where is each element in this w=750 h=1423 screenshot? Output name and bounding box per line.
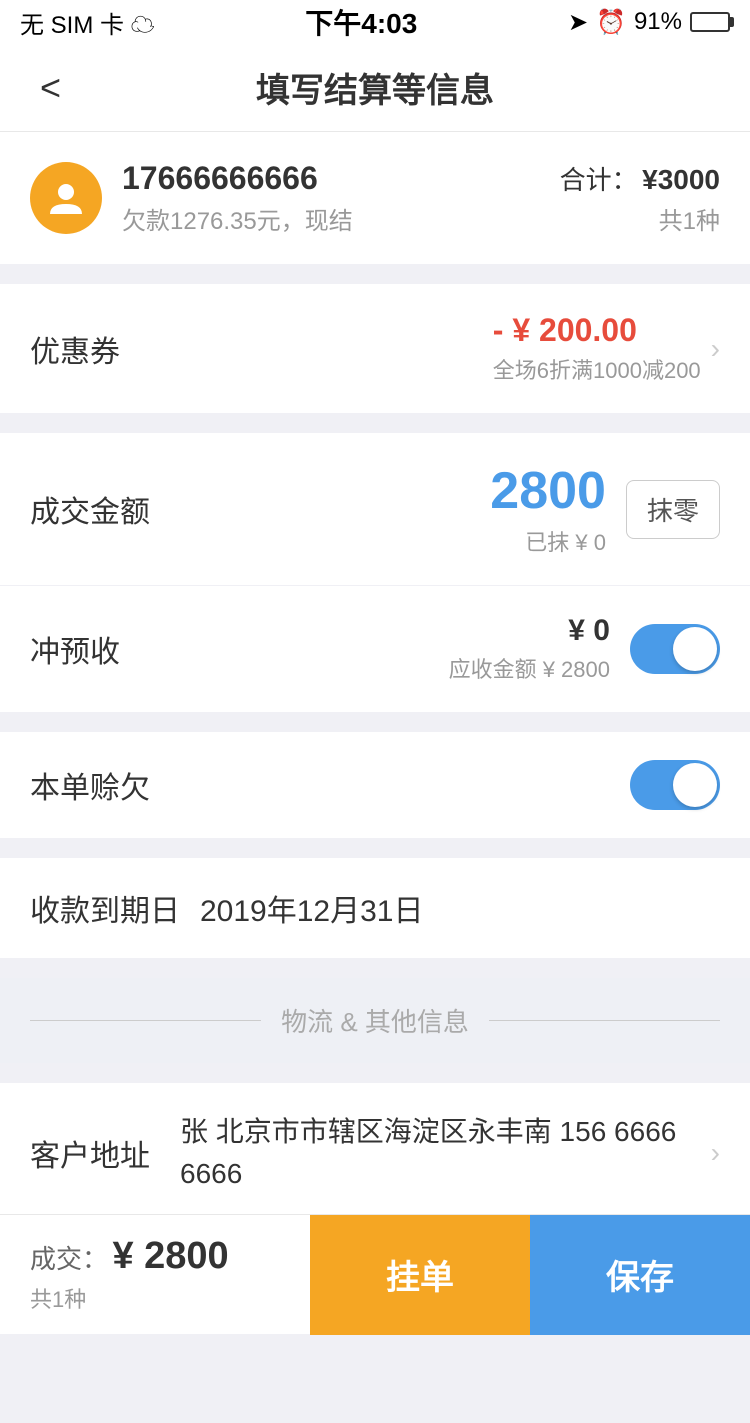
amount-section: 成交金额 2800 已抹 ¥ 0 抹零 冲预收 ¥ 0 应收金额 ¥ 2800 [0,433,750,712]
nav-bar: < 填写结算等信息 [0,44,750,132]
total-count: 共1种 [560,201,720,236]
coupon-info: - ¥ 200.00 全场6折满1000减200 [493,312,701,385]
chevron-right-icon: › [711,333,720,365]
charge-value-block: ¥ 0 应收金额 ¥ 2800 [449,614,610,684]
duedate-row: 收款到期日 2019年12月31日 [0,858,750,958]
amount-sub: 已抹 ¥ 0 [490,525,606,557]
bottom-deal-line: 成交： ¥ 2800 [30,1235,280,1278]
total-line: 合计： ¥3000 [560,160,720,197]
save-button[interactable]: 保存 [530,1215,750,1335]
defer-label: 本单赊欠 [30,763,150,807]
defer-toggle[interactable] [630,760,720,810]
charge-right: ¥ 0 应收金额 ¥ 2800 [449,614,720,684]
bottom-count: 共1种 [30,1282,280,1314]
address-label: 客户地址 [30,1131,150,1175]
coupon-row[interactable]: 优惠券 - ¥ 200.00 全场6折满1000减200 › [0,284,750,413]
customer-info-card: 17666666666 欠款1276.35元，现结 合计： ¥3000 共1种 [0,132,750,264]
customer-left: 17666666666 欠款1276.35元，现结 [30,160,353,236]
coupon-label: 优惠券 [30,327,120,371]
charge-value: ¥ 0 [449,614,610,648]
divider-line-right [489,1020,720,1021]
status-left: 无 SIM 卡 ☁ [20,5,155,40]
amount-row: 成交金额 2800 已抹 ¥ 0 抹零 [0,433,750,586]
total-label: 合计： [560,165,638,195]
coupon-discount: - ¥ 200.00 [493,312,701,349]
customer-details: 17666666666 欠款1276.35元，现结 [122,160,353,236]
duedate-value: 2019年12月31日 [200,886,423,930]
charge-label: 冲预收 [30,627,120,671]
battery-percent: 91% [634,8,682,36]
customer-phone: 17666666666 [122,160,353,197]
avatar [30,162,102,234]
bottom-deal-label: 成交： [30,1244,108,1274]
defer-row: 本单赊欠 [0,732,750,838]
customer-total: 合计： ¥3000 共1种 [560,160,720,236]
defer-toggle-knob [673,763,717,807]
amount-value-block: 2800 已抹 ¥ 0 [490,461,606,557]
bottom-bar: 成交： ¥ 2800 共1种 挂单 保存 [0,1214,750,1334]
status-bar: 无 SIM 卡 ☁ 下午4:03 ➤ ⏰ 91% [0,0,750,44]
sim-signal: 无 SIM 卡 ☁ [20,5,155,40]
bottom-amount: ¥ 2800 [112,1235,228,1277]
round-button[interactable]: 抹零 [626,480,720,539]
address-chevron-icon: › [711,1137,720,1169]
page-title: 填写结算等信息 [256,63,494,112]
alarm-icon: ⏰ [596,8,626,37]
charge-sub: 应收金额 ¥ 2800 [449,652,610,684]
total-value: ¥3000 [642,164,720,195]
amount-right: 2800 已抹 ¥ 0 抹零 [490,461,720,557]
hold-button[interactable]: 挂单 [310,1215,530,1335]
status-right: ➤ ⏰ 91% [568,8,730,37]
charge-toggle[interactable] [630,624,720,674]
amount-value: 2800 [490,461,606,521]
address-value: 张 北京市市辖区海淀区永丰南 156 6666 6666 [180,1111,711,1195]
divider-line-left [30,1020,261,1021]
amount-label: 成交金额 [30,487,150,531]
toggle-knob [673,627,717,671]
section-divider: 物流 & 其他信息 [0,978,750,1063]
back-button[interactable]: < [30,57,71,119]
location-icon: ➤ [568,8,588,37]
coupon-right: - ¥ 200.00 全场6折满1000减200 › [493,312,720,385]
bottom-summary: 成交： ¥ 2800 共1种 [0,1235,310,1314]
customer-subtext: 欠款1276.35元，现结 [122,201,353,236]
battery-icon [690,12,730,32]
coupon-desc: 全场6折满1000减200 [493,353,701,385]
address-row[interactable]: 客户地址 张 北京市市辖区海淀区永丰南 156 6666 6666 › [0,1083,750,1223]
duedate-label: 收款到期日 [30,886,180,930]
section-header-text: 物流 & 其他信息 [261,1002,489,1039]
charge-row: 冲预收 ¥ 0 应收金额 ¥ 2800 [0,586,750,712]
status-time: 下午4:03 [305,2,417,42]
